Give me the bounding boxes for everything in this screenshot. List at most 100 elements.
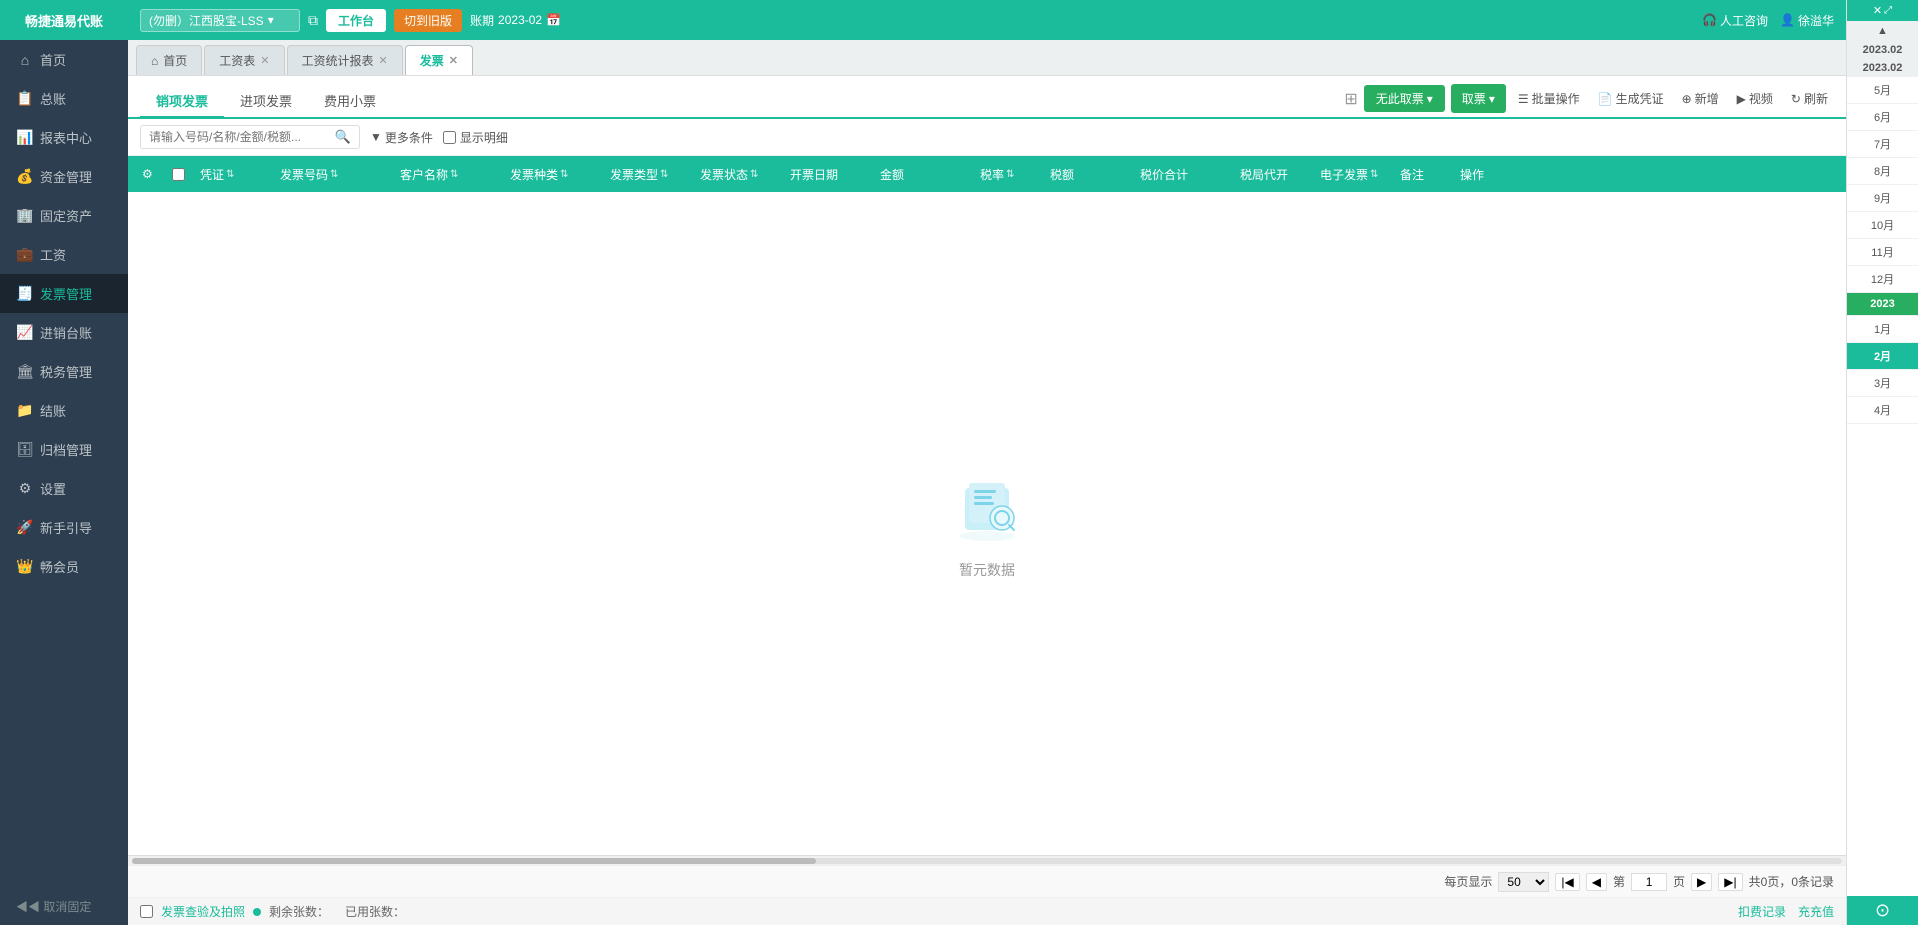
sidebar-item-home[interactable]: ⌂ 首页 [0,40,128,79]
th-invoice-no[interactable]: 发票号码 ⇅ [274,166,394,183]
copy-icon[interactable]: ⧉ [308,12,318,29]
close-right-panel[interactable]: ✕ ⤢ [1847,0,1918,21]
user-avatar[interactable]: 👤 徐溢华 [1780,12,1834,29]
tab-salary[interactable]: 工资表 ✕ [204,45,284,75]
sidebar-item-guide[interactable]: 🚀 新手引导 [0,508,128,547]
get-ticket-button[interactable]: 取票 ▾ [1451,84,1506,113]
sidebar-item-member[interactable]: 👑 畅会员 [0,547,128,586]
select-all-checkbox[interactable] [172,168,185,181]
tab-home[interactable]: ⌂ 首页 [136,45,202,75]
first-page-btn[interactable]: |◀ [1555,873,1579,891]
th-invoice-type[interactable]: 发票种类 ⇅ [504,166,604,183]
month-2023-1[interactable]: 1月 [1847,316,1918,343]
sidebar-pin[interactable]: ◀◀ 取消固定 [0,888,128,925]
month-2022-7[interactable]: 7月 [1847,131,1918,158]
scrollbar-track[interactable] [132,858,1842,864]
invoice-check-label[interactable]: 发票查验及拍照 [161,903,245,920]
sidebar-item-fund[interactable]: 💰 资金管理 [0,157,128,196]
month-2022-8[interactable]: 8月 [1847,158,1918,185]
show-detail-label: 显示明细 [460,129,508,146]
prev-page-btn[interactable]: ◀ [1586,873,1607,891]
th-tax-rate[interactable]: 税率 ⇅ [974,166,1044,183]
month-2022-10[interactable]: 10月 [1847,212,1918,239]
batch-ops-action[interactable]: ☰ 批量操作 [1512,86,1586,111]
th-voucher[interactable]: 凭证 ⇅ [194,166,274,183]
subtab-sales-invoice[interactable]: 销项发票 [140,85,224,118]
company-selector[interactable]: (勿删）江西股宝-LSS ▾ [140,9,300,32]
close-invoice-tab[interactable]: ✕ [449,54,458,67]
th-invoice-no-label: 发票号码 [280,166,328,183]
guide-icon: 🚀 [16,519,34,536]
show-detail-checkbox-label[interactable]: 显示明细 [443,129,508,146]
tab-salary-stats[interactable]: 工资统计报表 ✕ [287,45,403,75]
more-conditions-button[interactable]: ▼ 更多条件 [370,129,433,146]
grid-view-icon[interactable]: ⊞ [1344,89,1357,109]
workbench-button[interactable]: 工作台 [326,9,386,32]
ai-consulting-link[interactable]: 🎧 人工咨询 [1702,12,1768,29]
th-invoice-cat[interactable]: 发票类型 ⇅ [604,166,694,183]
scrollbar-thumb[interactable] [132,858,816,864]
show-detail-checkbox[interactable] [443,131,456,144]
sidebar-item-ledger[interactable]: 📋 总账 [0,79,128,118]
month-2023-3[interactable]: 3月 [1847,370,1918,397]
horizontal-scrollbar[interactable] [128,855,1846,865]
tab-label: 工资表 [219,52,255,69]
sidebar-item-label: 税务管理 [40,362,92,381]
month-2022-6[interactable]: 6月 [1847,104,1918,131]
close-salary-tab[interactable]: ✕ [260,54,269,67]
topbar: (勿删）江西股宝-LSS ▾ ⧉ 工作台 切到旧版 账期 2023-02 📅 🎧… [128,0,1846,40]
scroll-indicator[interactable]: ⊙ [1875,900,1890,921]
sidebar-item-salary[interactable]: 💼 工资 [0,235,128,274]
deduction-records-link[interactable]: 扣费记录 [1738,903,1786,920]
next-page-btn[interactable]: ▶ [1691,873,1712,891]
month-2023-4[interactable]: 4月 [1847,397,1918,424]
search-icon[interactable]: 🔍 [335,129,351,145]
page-number-input[interactable] [1631,873,1667,891]
video-action[interactable]: ▶ 视频 [1731,86,1779,111]
sidebar-item-archive[interactable]: 🗄 归档管理 [0,430,128,469]
new-action[interactable]: ⊕ 新增 [1676,86,1725,111]
subtab-expense-receipt[interactable]: 费用小票 [308,85,392,118]
month-2022-11[interactable]: 11月 [1847,239,1918,266]
sidebar-item-reports[interactable]: 📊 报表中心 [0,118,128,157]
month-2022-12[interactable]: 12月 [1847,266,1918,293]
close-salary-stats-tab[interactable]: ✕ [379,54,388,67]
page-size-select[interactable]: 50 100 200 [1498,872,1549,892]
th-invoice-status[interactable]: 发票状态 ⇅ [694,166,784,183]
subtab-purchase-invoice[interactable]: 进项发票 [224,85,308,118]
th-check[interactable] [166,168,194,181]
month-2022-9[interactable]: 9月 [1847,185,1918,212]
th-customer[interactable]: 客户名称 ⇅ [394,166,504,183]
tab-label: 首页 [163,52,187,69]
sidebar-item-sales[interactable]: 📈 进销台账 [0,313,128,352]
sidebar-item-close[interactable]: 📁 结账 [0,391,128,430]
th-invoice-status-label: 发票状态 [700,166,748,183]
no-ticket-button[interactable]: 无此取票 ▾ [1364,85,1445,112]
settings-column-icon[interactable]: ⚙ [142,167,153,181]
calendar-icon[interactable]: 📅 [546,13,561,27]
scroll-up-btn[interactable]: ▲ [1847,21,1918,41]
th-settings[interactable]: ⚙ [136,167,166,181]
sidebar-item-assets[interactable]: 🏢 固定资产 [0,196,128,235]
search-box[interactable]: 🔍 [140,125,360,149]
sort-icon: ⇅ [750,169,758,180]
month-2022-5[interactable]: 5月 [1847,77,1918,104]
new-label: 新增 [1695,90,1719,107]
refresh-action[interactable]: ↻ 刷新 [1785,86,1834,111]
last-page-btn[interactable]: ▶| [1718,873,1742,891]
sidebar-item-tax[interactable]: 🏛 税务管理 [0,352,128,391]
sidebar-item-settings[interactable]: ⚙ 设置 [0,469,128,508]
settings-icon: ⚙ [16,480,34,497]
switch-version-button[interactable]: 切到旧版 [394,9,462,32]
th-note: 备注 [1394,166,1454,183]
sidebar-item-invoice[interactable]: 🧾 发票管理 [0,274,128,313]
recharge-link[interactable]: 充充值 [1798,903,1834,920]
maximize-icon[interactable]: ⤢ [1884,5,1892,16]
empty-icon [947,468,1027,548]
th-e-invoice[interactable]: 电子发票 ⇅ [1314,166,1394,183]
generate-voucher-action[interactable]: 📄 生成凭证 [1592,86,1670,111]
invoice-check-checkbox[interactable] [140,905,153,918]
search-input[interactable] [149,130,335,144]
month-2023-2[interactable]: 2月 [1847,343,1918,370]
tab-invoice[interactable]: 发票 ✕ [405,45,473,75]
